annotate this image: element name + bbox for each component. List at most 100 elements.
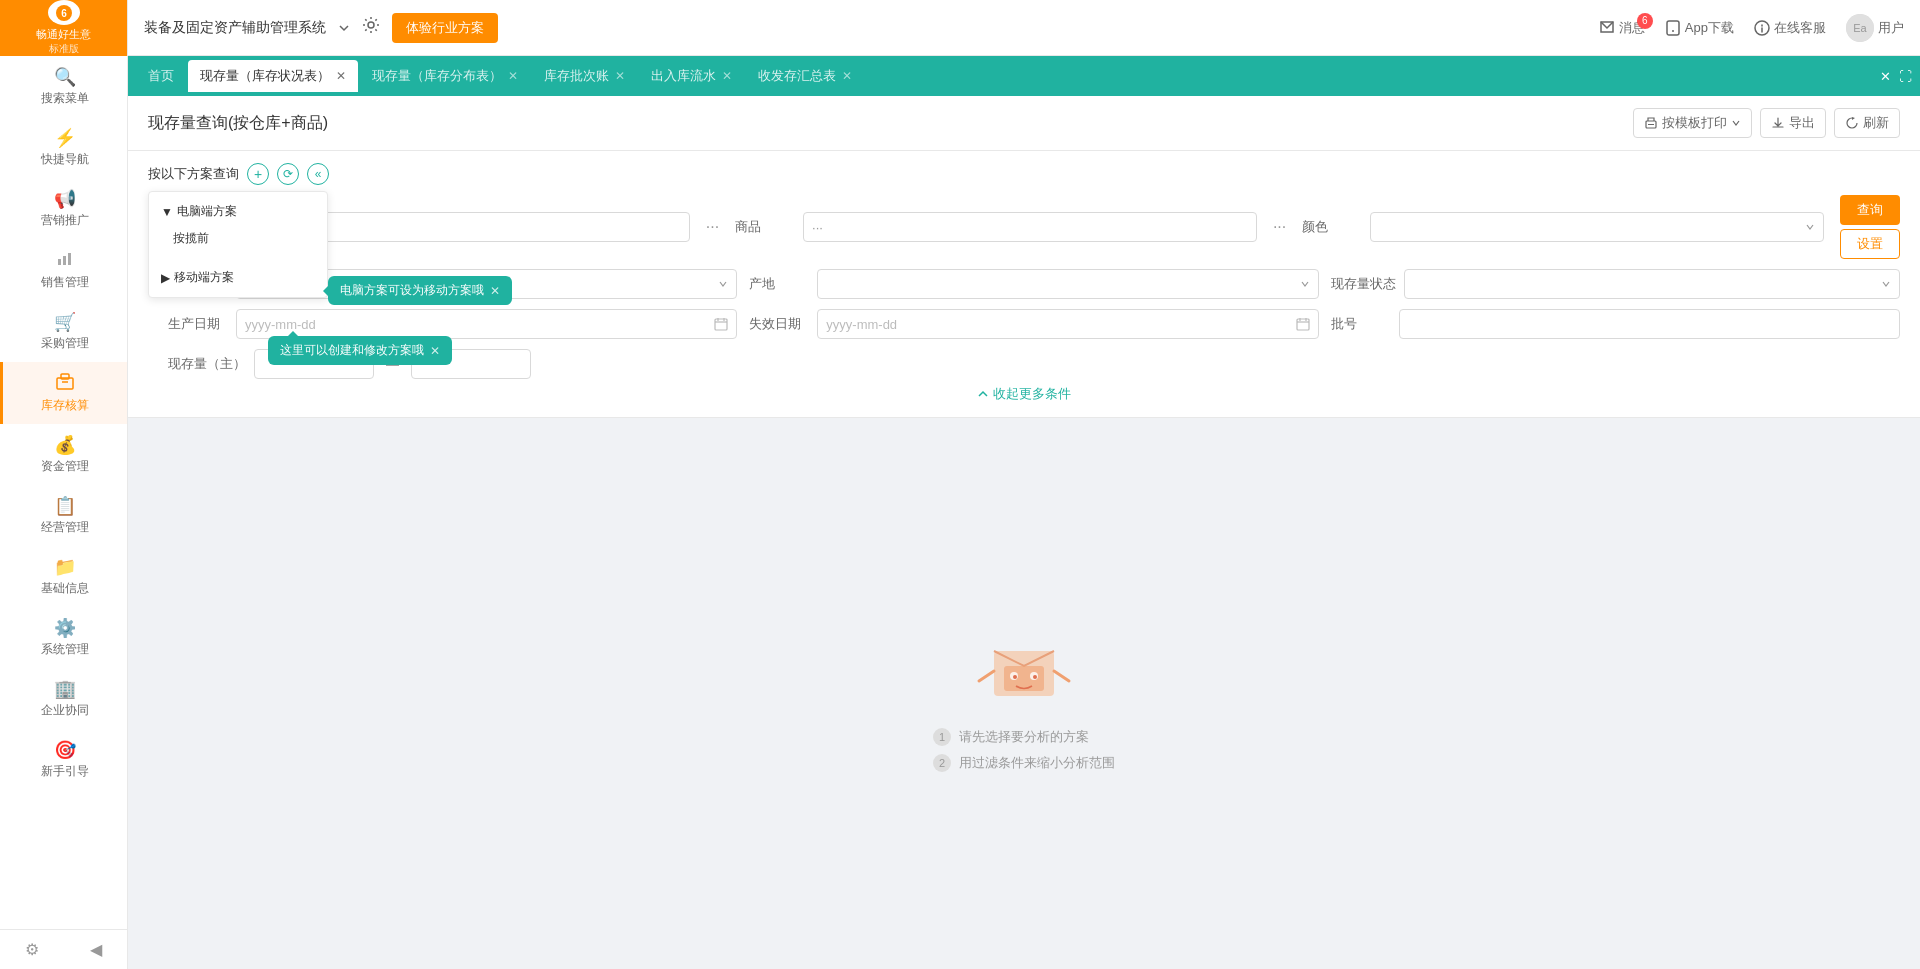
search-btn[interactable]: 查询 [1840, 195, 1900, 225]
sidebar-settings-btn[interactable]: ⚙ [25, 940, 39, 959]
tab-receive-summary-close[interactable]: ✕ [842, 69, 852, 83]
svg-point-28 [1033, 675, 1037, 679]
logo-sub: 标准版 [49, 42, 79, 56]
goods-select[interactable]: ··· [803, 212, 1257, 242]
expiry-date-input[interactable]: yyyy-mm-dd [817, 309, 1318, 339]
refresh-btn[interactable]: 刷新 [1834, 108, 1900, 138]
tab-receive-summary[interactable]: 收发存汇总表 ✕ [746, 60, 864, 92]
tab-inventory-dist[interactable]: 现存量（库存分布表） ✕ [360, 60, 530, 92]
online-service-btn[interactable]: 在线客服 [1754, 19, 1826, 37]
step-1-text: 请先选择要分析的方案 [959, 728, 1089, 746]
filter-item-expiry-date: 失效日期 yyyy-mm-dd [749, 309, 1318, 339]
purchase-icon: 🛒 [54, 311, 76, 333]
tab-home[interactable]: 首页 [136, 60, 186, 92]
tab-close-all[interactable]: ✕ [1880, 69, 1891, 84]
tab-batch-ledger-close[interactable]: ✕ [615, 69, 625, 83]
step-1-num: 1 [933, 728, 951, 746]
empty-illustration [974, 616, 1074, 716]
tab-batch-ledger-label: 库存批次账 [544, 67, 609, 85]
filter-row-1: ··· ··· 商品 ··· ··· 颜色 [168, 195, 1900, 259]
tab-in-out-flow[interactable]: 出入库流水 ✕ [639, 60, 744, 92]
sidebar-item-guide[interactable]: 🎯 新手引导 [0, 729, 127, 790]
guide-icon: 🎯 [54, 739, 76, 761]
tab-inventory-status[interactable]: 现存量（库存状况表） ✕ [188, 60, 358, 92]
tab-inventory-status-close[interactable]: ✕ [336, 69, 346, 83]
prod-date-placeholder: yyyy-mm-dd [245, 317, 316, 332]
stock-status-select[interactable] [1404, 269, 1900, 299]
operations-icon: 📋 [54, 495, 76, 517]
svg-line-30 [1054, 671, 1069, 681]
settings-icon[interactable] [362, 16, 380, 39]
sidebar-item-marketing-label: 营销推广 [41, 212, 89, 229]
scheme-desktop-sub-label: 按揽前 [173, 230, 209, 247]
goods-label: 商品 [735, 218, 795, 236]
message-btn[interactable]: 消息 6 [1599, 19, 1645, 37]
batch-input[interactable] [1399, 309, 1900, 339]
svg-point-27 [1013, 675, 1017, 679]
sidebar-item-basicinfo[interactable]: 📁 基础信息 [0, 546, 127, 607]
tab-batch-ledger[interactable]: 库存批次账 ✕ [532, 60, 637, 92]
tab-bar-actions: ✕ ⛶ [1880, 69, 1912, 84]
header-left: 装备及固定资产辅助管理系统 体验行业方案 [144, 13, 498, 43]
sidebar-item-search[interactable]: 🔍 搜索菜单 [0, 56, 127, 117]
svg-rect-2 [58, 259, 61, 265]
tab-expand[interactable]: ⛶ [1899, 69, 1912, 84]
sidebar-item-system-label: 系统管理 [41, 641, 89, 658]
add-scheme-btn[interactable]: + [247, 163, 269, 185]
filter-header: 按以下方案查询 + ⟳ « [148, 163, 1900, 185]
reset-btn[interactable]: 设置 [1840, 229, 1900, 259]
sidebar-item-sales[interactable]: 销售管理 [0, 239, 127, 301]
sidebar-item-inventory[interactable]: 库存核算 [0, 362, 127, 424]
svg-rect-4 [68, 253, 71, 265]
sidebar-item-finance[interactable]: 💰 资金管理 [0, 424, 127, 485]
tab-bar: 首页 现存量（库存状况表） ✕ 现存量（库存分布表） ✕ 库存批次账 ✕ 出入库… [128, 56, 1920, 96]
origin-select[interactable] [817, 269, 1318, 299]
back-scheme-btn[interactable]: « [307, 163, 329, 185]
app-download-btn[interactable]: App下载 [1665, 19, 1734, 37]
filter-item-origin: 产地 [749, 269, 1318, 299]
tooltip-create-close[interactable]: ✕ [430, 344, 440, 358]
scheme-section-mobile: ▶ 移动端方案 [149, 258, 327, 297]
tooltip-scheme-close[interactable]: ✕ [490, 284, 500, 298]
sidebar-collapse-btn[interactable]: ◀ [90, 940, 102, 959]
stock-main-label: 现存量（主） [168, 355, 246, 373]
app-download-label: App下载 [1685, 19, 1734, 37]
scheme-mobile-expand[interactable]: ▶ 移动端方案 [149, 264, 327, 291]
template-print-btn[interactable]: 按模板打印 [1633, 108, 1752, 138]
sidebar-item-system[interactable]: ⚙️ 系统管理 [0, 607, 127, 668]
scheme-desktop-sub[interactable]: 按揽前 [149, 225, 327, 252]
filter-item-stock-status: 现存量状态 [1331, 269, 1900, 299]
svg-text:Ea: Ea [1853, 22, 1867, 34]
tab-inventory-dist-close[interactable]: ✕ [508, 69, 518, 83]
experience-btn[interactable]: 体验行业方案 [392, 13, 498, 43]
export-btn[interactable]: 导出 [1760, 108, 1826, 138]
edit-scheme-btn[interactable]: ⟳ [277, 163, 299, 185]
scheme-mobile-arrow: ▶ [161, 271, 170, 285]
sidebar-item-marketing[interactable]: 📢 营销推广 [0, 178, 127, 239]
user-menu[interactable]: Ea 用户 [1846, 14, 1904, 42]
refresh-label: 刷新 [1863, 114, 1889, 132]
sidebar-item-sales-label: 销售管理 [41, 274, 89, 291]
prod-date-input[interactable]: yyyy-mm-dd [236, 309, 737, 339]
page-title: 现存量查询(按仓库+商品) [148, 113, 328, 134]
sidebar-item-purchase[interactable]: 🛒 采购管理 [0, 301, 127, 362]
avatar: Ea [1846, 14, 1874, 42]
page-content: 现存量查询(按仓库+商品) 按模板打印 导出 刷新 [128, 96, 1920, 969]
system-dropdown[interactable] [338, 22, 350, 34]
color-select[interactable] [1370, 212, 1824, 242]
system-icon: ⚙️ [54, 617, 76, 639]
tab-in-out-flow-close[interactable]: ✕ [722, 69, 732, 83]
scheme-desktop-expand[interactable]: ▼ 电脑端方案 [149, 198, 327, 225]
sidebar-item-enterprise[interactable]: 🏢 企业协同 [0, 668, 127, 729]
sidebar: 6 畅通好生意 标准版 🔍 搜索菜单 ⚡ 快捷导航 📢 营销推广 销售管理 🛒 … [0, 0, 128, 969]
warehouse-more[interactable]: ··· [702, 218, 723, 236]
header-right: 消息 6 App下载 在线客服 Ea 用户 [1599, 14, 1904, 42]
prod-date-label: 生产日期 [168, 315, 228, 333]
goods-more[interactable]: ··· [1269, 218, 1290, 236]
collapse-more-btn[interactable]: 收起更多条件 [148, 379, 1900, 409]
empty-steps: 1 请先选择要分析的方案 2 用过滤条件来缩小分析范围 [933, 728, 1115, 772]
sidebar-item-quicknav[interactable]: ⚡ 快捷导航 [0, 117, 127, 178]
sidebar-item-enterprise-label: 企业协同 [41, 702, 89, 719]
step-2-num: 2 [933, 754, 951, 772]
sidebar-item-operations[interactable]: 📋 经营管理 [0, 485, 127, 546]
